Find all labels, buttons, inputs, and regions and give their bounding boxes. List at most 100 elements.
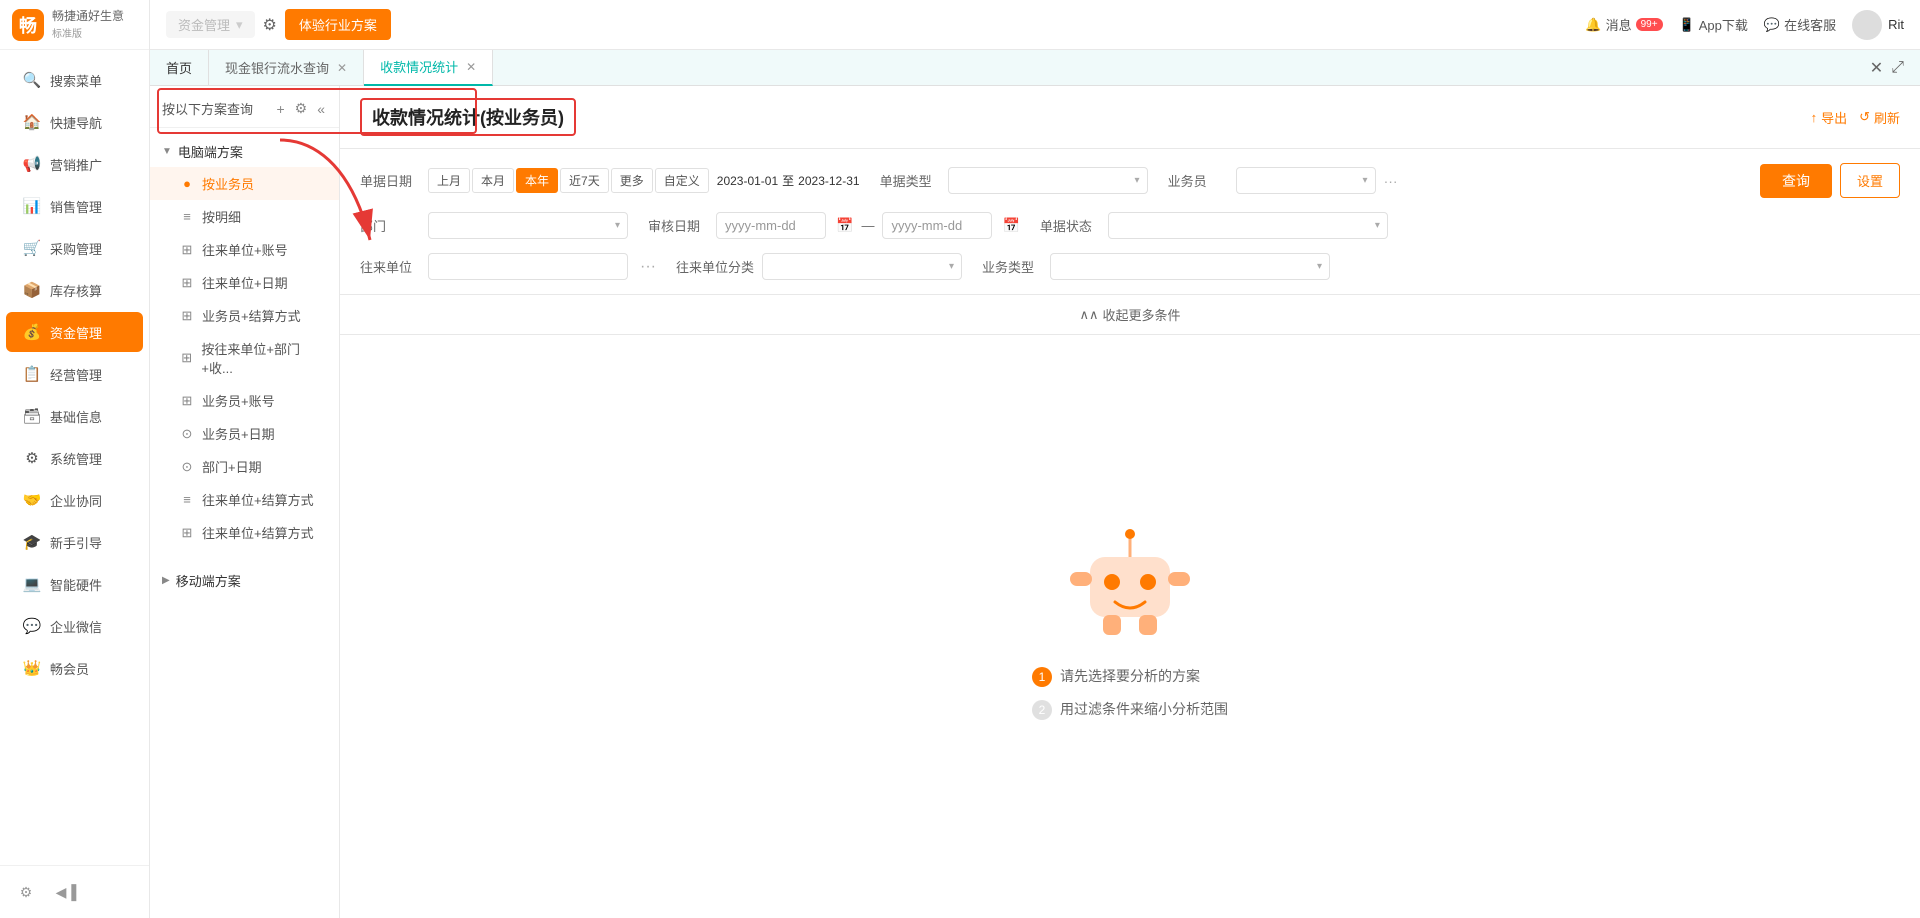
sidebar-item-sales[interactable]: 📊 销售管理 bbox=[6, 186, 143, 226]
refresh-btn[interactable]: ↺ 刷新 bbox=[1859, 108, 1900, 127]
date-range-end: 2023-12-31 bbox=[798, 174, 859, 188]
tab-collection[interactable]: 收款情况统计 ✕ bbox=[364, 50, 493, 86]
date-tab-this-year[interactable]: 本年 bbox=[516, 168, 558, 193]
topbar: 资金管理 ▾ ⚙ 体验行业方案 🔔 消息 99+ 📱 App下载 💬 在线客服 … bbox=[150, 0, 1920, 50]
doc-status-select[interactable] bbox=[1108, 212, 1388, 239]
window-maximize-btn[interactable]: ⤢ bbox=[1891, 59, 1904, 77]
sidebar-item-member[interactable]: 👑 畅会员 bbox=[6, 648, 143, 688]
filter-counterpart: 往来单位 ··· bbox=[360, 253, 656, 280]
scheme-item-by-salesperson[interactable]: ● 按业务员 bbox=[150, 167, 339, 200]
messages-badge: 99+ bbox=[1636, 18, 1663, 31]
review-date-start[interactable]: yyyy-mm-dd bbox=[716, 212, 826, 239]
tabbar-window-controls: ✕ ⤢ bbox=[1870, 58, 1920, 78]
dept-select[interactable] bbox=[428, 212, 628, 239]
biz-type-select[interactable] bbox=[1050, 253, 1330, 280]
scheme-item-counterpart-date[interactable]: ⊞ 往来单位+日期 bbox=[150, 266, 339, 299]
messages-btn[interactable]: 🔔 消息 99+ bbox=[1585, 15, 1662, 34]
sidebar-item-marketing[interactable]: 📢 营销推广 bbox=[6, 144, 143, 184]
dept-select-wrapper: ▾ bbox=[428, 212, 628, 239]
collapse-bar[interactable]: ∧∧ 收起更多条件 bbox=[340, 295, 1920, 335]
corp-icon: 🤝 bbox=[22, 490, 42, 510]
scheme-icon: ⊞ bbox=[178, 274, 196, 292]
review-date-start-cal[interactable]: 📅 bbox=[836, 217, 853, 234]
basic-icon: 🗃 bbox=[22, 406, 42, 426]
add-scheme-btn[interactable]: + bbox=[274, 99, 286, 119]
scheme-detail-icon: ≡ bbox=[178, 208, 196, 226]
sidebar-bottom: ⚙ ◀▐ bbox=[0, 865, 149, 918]
page-header-actions: ↑ 导出 ↺ 刷新 bbox=[1811, 108, 1900, 127]
date-tab-7days[interactable]: 近7天 bbox=[560, 168, 609, 193]
sidebar-item-finance[interactable]: 💰 资金管理 bbox=[6, 312, 143, 352]
query-button[interactable]: 查询 bbox=[1760, 164, 1832, 198]
date-tab-custom[interactable]: 自定义 bbox=[655, 168, 709, 193]
sidebar-item-quick-nav[interactable]: 🏠 快捷导航 bbox=[6, 102, 143, 142]
tab-home[interactable]: 首页 bbox=[150, 50, 209, 86]
desktop-scheme-group: ▼ 电脑端方案 ● 按业务员 ≡ 按明细 ⊞ 往来单位+账号 ⊞ 往来单位+日期… bbox=[150, 128, 339, 557]
scheme-item-dept-date[interactable]: ⊙ 部门+日期 bbox=[150, 450, 339, 483]
mobile-scheme-group-header[interactable]: ▶ 移动端方案 bbox=[150, 565, 339, 596]
date-tab-this-month[interactable]: 本月 bbox=[472, 168, 514, 193]
user-area[interactable]: Rit bbox=[1852, 10, 1904, 40]
empty-steps: 1 请先选择要分析的方案 2 用过滤条件来缩小分析范围 bbox=[1032, 666, 1228, 732]
collapse-panel-btn[interactable]: « bbox=[315, 99, 327, 119]
settings-bottom-btn[interactable]: ⚙ bbox=[10, 876, 42, 908]
topbar-settings-btn[interactable]: ⚙ bbox=[263, 15, 277, 35]
tabbar: 首页 现金银行流水查询 ✕ 收款情况统计 ✕ ✕ ⤢ bbox=[150, 50, 1920, 86]
counterpart-more-btn[interactable]: ··· bbox=[640, 258, 656, 276]
sidebar-item-guide[interactable]: 🎓 新手引导 bbox=[6, 522, 143, 562]
online-service-btn[interactable]: 💬 在线客服 bbox=[1764, 15, 1836, 34]
sidebar-item-inventory[interactable]: 📦 库存核算 bbox=[6, 270, 143, 310]
sidebar-item-wechat[interactable]: 💬 企业微信 bbox=[6, 606, 143, 646]
scheme-item-counterpart-settlement1[interactable]: ≡ 往来单位+结算方式 bbox=[150, 483, 339, 516]
collapse-sidebar-btn[interactable]: ◀▐ bbox=[50, 876, 82, 908]
counterpart-select[interactable] bbox=[428, 253, 628, 280]
robot-illustration bbox=[1070, 522, 1190, 642]
export-btn[interactable]: ↑ 导出 bbox=[1811, 108, 1848, 127]
scheme-item-salesperson-date[interactable]: ⊙ 业务员+日期 bbox=[150, 417, 339, 450]
tab-close-collection[interactable]: ✕ bbox=[466, 60, 476, 74]
step-num-2: 2 bbox=[1032, 700, 1052, 720]
doc-status-select-wrapper: ▾ bbox=[1108, 212, 1388, 239]
desktop-scheme-group-header[interactable]: ▼ 电脑端方案 bbox=[150, 136, 339, 167]
review-date-end[interactable]: yyyy-mm-dd bbox=[882, 212, 992, 239]
scheme-item-salesperson-settlement[interactable]: ⊞ 业务员+结算方式 bbox=[150, 299, 339, 332]
scheme-item-salesperson-account[interactable]: ⊞ 业务员+账号 bbox=[150, 384, 339, 417]
sidebar-item-hardware[interactable]: 💻 智能硬件 bbox=[6, 564, 143, 604]
marketing-icon: 📢 bbox=[22, 154, 42, 174]
date-tab-more[interactable]: 更多 bbox=[611, 168, 653, 193]
scheme-item-by-detail[interactable]: ≡ 按明细 bbox=[150, 200, 339, 233]
sidebar-item-purchase[interactable]: 🛒 采购管理 bbox=[6, 228, 143, 268]
breadcrumb-arrow: ▾ bbox=[236, 17, 243, 33]
scheme-settings-btn[interactable]: ⚙ bbox=[293, 98, 310, 119]
app-download-btn[interactable]: 📱 App下载 bbox=[1679, 15, 1748, 34]
scheme-item-counterpart-dept[interactable]: ⊞ 按往来单位+部门+收... bbox=[150, 332, 339, 384]
topbar-left: 资金管理 ▾ ⚙ 体验行业方案 bbox=[166, 9, 391, 40]
date-tab-last-month[interactable]: 上月 bbox=[428, 168, 470, 193]
scheme-icon: ⊞ bbox=[178, 307, 196, 325]
topbar-breadcrumb: 资金管理 ▾ bbox=[166, 11, 255, 38]
sidebar-item-system[interactable]: ⚙ 系统管理 bbox=[6, 438, 143, 478]
tab-close-cash-bank[interactable]: ✕ bbox=[337, 61, 347, 75]
tab-cash-bank[interactable]: 现金银行流水查询 ✕ bbox=[209, 50, 364, 86]
sidebar-item-search[interactable]: 🔍 搜索菜单 bbox=[6, 60, 143, 100]
doc-type-select[interactable] bbox=[948, 167, 1148, 194]
finance-icon: 💰 bbox=[22, 322, 42, 342]
review-date-end-cal[interactable]: 📅 bbox=[1002, 217, 1019, 234]
left-panel: 按以下方案查询 + ⚙ « ▼ 电脑端方案 ● 按业务员 ≡ 按明细 ⊞ bbox=[150, 86, 340, 918]
sidebar-item-corp[interactable]: 🤝 企业协同 bbox=[6, 480, 143, 520]
salesperson-select[interactable] bbox=[1236, 167, 1376, 194]
scheme-item-counterpart-account[interactable]: ⊞ 往来单位+账号 bbox=[150, 233, 339, 266]
salesperson-more-btn[interactable]: ··· bbox=[1384, 173, 1398, 189]
page-title: 收款情况统计(按业务员) bbox=[372, 104, 564, 130]
sidebar-item-operation[interactable]: 📋 经营管理 bbox=[6, 354, 143, 394]
counterpart-category-select[interactable] bbox=[762, 253, 962, 280]
window-close-btn[interactable]: ✕ bbox=[1870, 58, 1883, 78]
column-settings-button[interactable]: 设置 bbox=[1840, 163, 1900, 198]
sidebar-item-basic[interactable]: 🗃 基础信息 bbox=[6, 396, 143, 436]
scheme-item-counterpart-settlement2[interactable]: ⊞ 往来单位+结算方式 bbox=[150, 516, 339, 549]
scheme-active-icon: ● bbox=[178, 175, 196, 193]
trial-button[interactable]: 体验行业方案 bbox=[285, 9, 391, 40]
filter-biz-type: 业务类型 ▾ bbox=[982, 253, 1330, 280]
counterpart-label: 往来单位 bbox=[360, 257, 420, 276]
user-name: Rit bbox=[1888, 17, 1904, 32]
